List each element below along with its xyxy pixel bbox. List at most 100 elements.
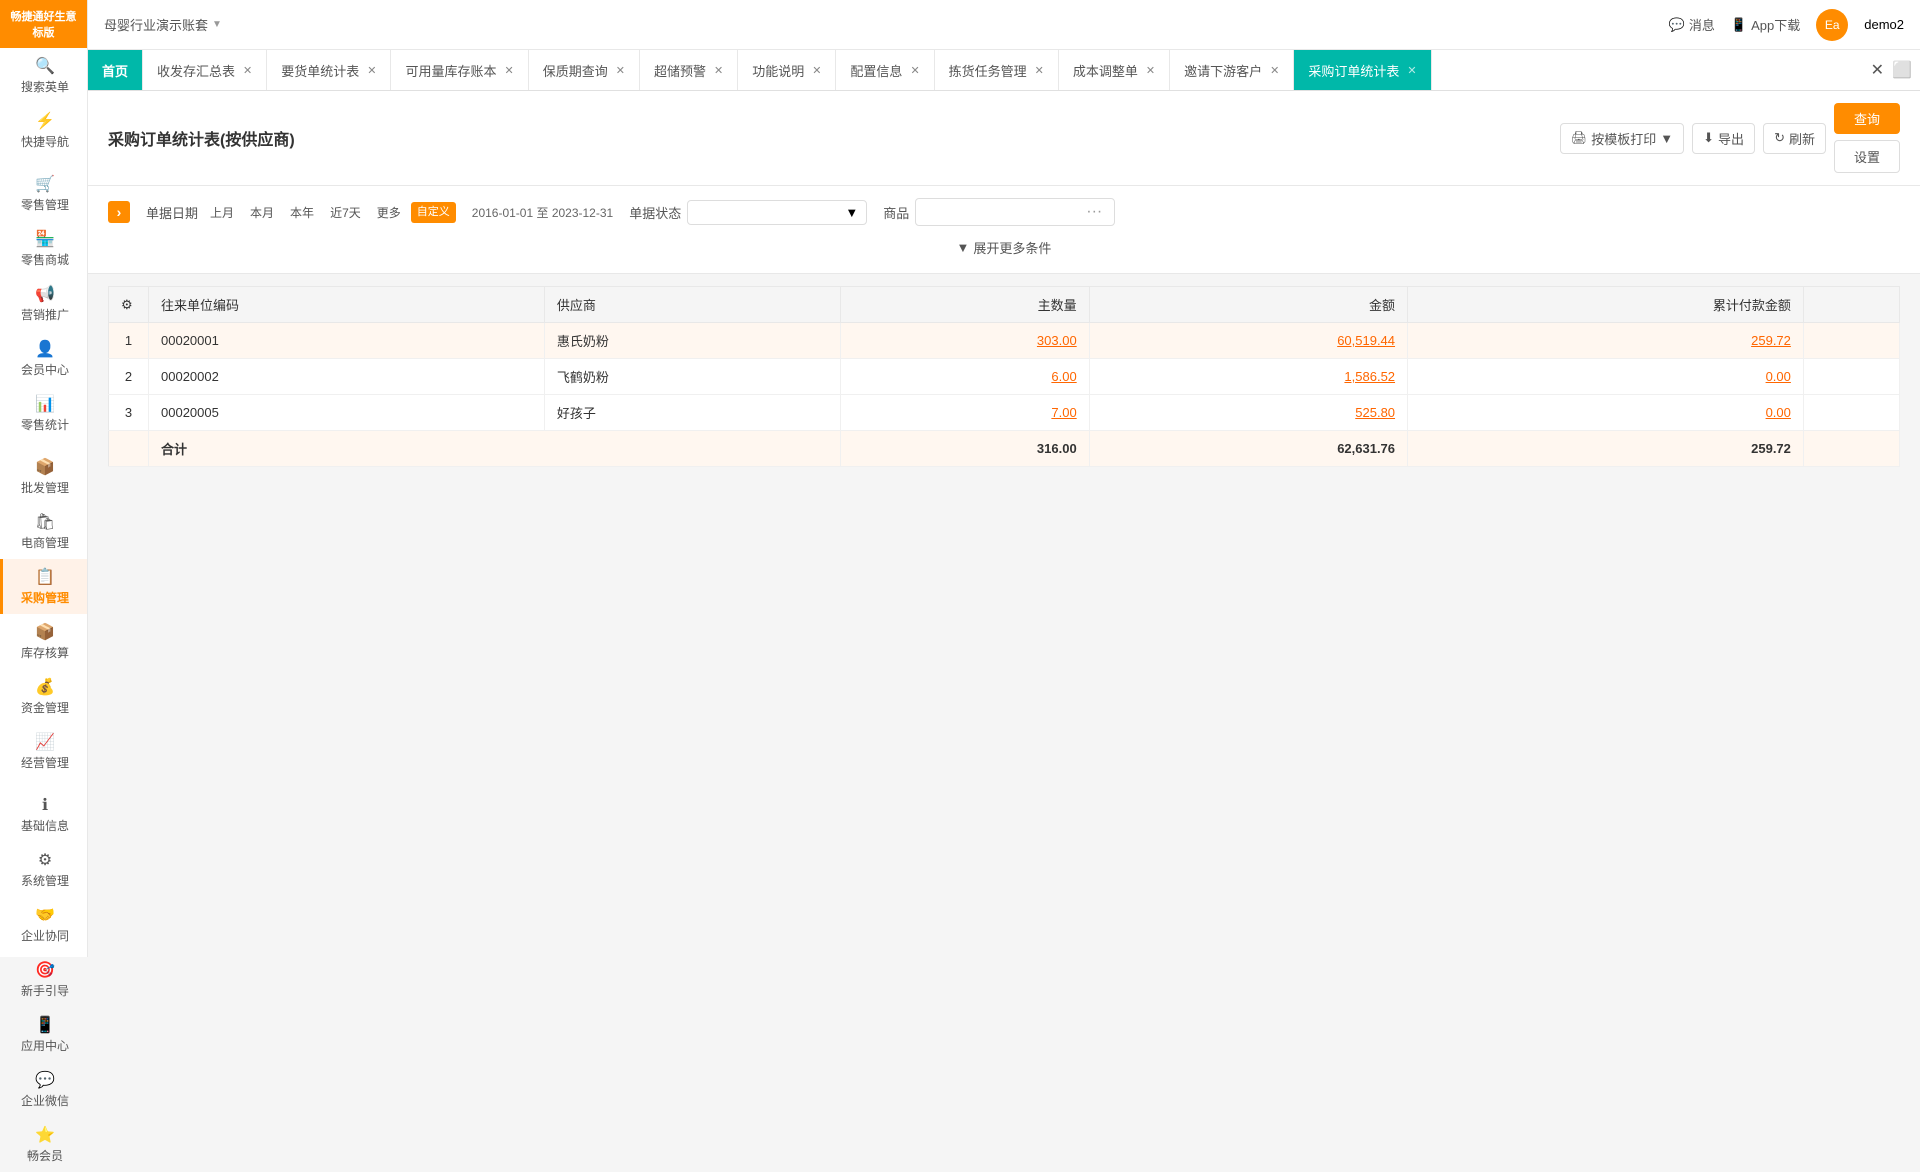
- tab-overstock-alert[interactable]: 超储预警 ✕: [640, 50, 738, 90]
- date-shortcut-this-year[interactable]: 本年: [284, 202, 320, 223]
- tab-label: 功能说明: [752, 61, 804, 80]
- message-button[interactable]: 💬 消息: [1669, 15, 1715, 34]
- tab-close-icon[interactable]: ✕: [910, 64, 919, 77]
- qty-link[interactable]: 7.00: [1051, 405, 1076, 420]
- sidebar-item-retail-shop[interactable]: 🏪 零售商城: [0, 221, 87, 276]
- tab-function-desc[interactable]: 功能说明 ✕: [738, 50, 836, 90]
- row-code: 00020005: [149, 395, 545, 431]
- sidebar-item-search[interactable]: 🔍 搜索英单: [0, 48, 87, 103]
- paid-link[interactable]: 0.00: [1766, 369, 1791, 384]
- tab-close-icon[interactable]: ✕: [812, 64, 821, 77]
- sidebar-item-basic-info[interactable]: ℹ 基础信息: [0, 787, 87, 842]
- paid-link[interactable]: 0.00: [1766, 405, 1791, 420]
- sidebar-item-marketing[interactable]: 📢 营销推广: [0, 276, 87, 331]
- tab-config-info[interactable]: 配置信息 ✕: [836, 50, 934, 90]
- date-shortcut-more[interactable]: 更多: [371, 202, 407, 223]
- sidebar-item-finance[interactable]: 💰 资金管理: [0, 669, 87, 724]
- sidebar-item-wechat[interactable]: 💬 企业微信: [0, 1062, 87, 1117]
- marketing-icon: 📢: [35, 284, 55, 304]
- tab-home[interactable]: 首页: [88, 50, 143, 90]
- expand-more-button[interactable]: ▼ 展开更多条件: [949, 234, 1060, 261]
- footer-extra: [1803, 431, 1899, 467]
- sidebar-item-quick-nav[interactable]: ⚡ 快捷导航: [0, 103, 87, 158]
- stats-icon: 📊: [35, 394, 55, 414]
- amount-link[interactable]: 525.80: [1355, 405, 1395, 420]
- tab-purchase-summary[interactable]: 采购订单统计表 ✕: [1294, 50, 1431, 90]
- sidebar-item-member[interactable]: 👤 会员中心: [0, 331, 87, 386]
- sidebar-item-ecommerce[interactable]: 🛍 电商管理: [0, 504, 87, 559]
- template-dropdown-icon: ▼: [1660, 131, 1673, 146]
- sidebar-item-system[interactable]: ⚙ 系统管理: [0, 842, 87, 897]
- tab-warranty-query[interactable]: 保质期查询 ✕: [529, 50, 640, 90]
- status-filter-label: 单据状态: [629, 203, 681, 222]
- tab-close-icon[interactable]: ✕: [616, 64, 625, 77]
- tab-label: 保质期查询: [543, 61, 608, 80]
- tab-receive-summary[interactable]: 收发存汇总表 ✕: [143, 50, 267, 90]
- custom-tag: 自定义: [411, 202, 456, 223]
- tab-available-stock[interactable]: 可用量库存账本 ✕: [391, 50, 528, 90]
- sidebar-item-wholesale[interactable]: 📦 批发管理: [0, 449, 87, 504]
- tab-close-icon[interactable]: ✕: [243, 64, 252, 77]
- th-checkbox: ⚙: [109, 287, 149, 323]
- user-avatar[interactable]: Ea: [1816, 9, 1848, 41]
- workspace-arrow-icon: ▼: [212, 19, 222, 30]
- refresh-icon: ↻: [1774, 130, 1785, 146]
- filter-expand-toggle[interactable]: ›: [108, 201, 130, 223]
- template-print-button[interactable]: 🖨 按模板打印 ▼: [1560, 123, 1684, 154]
- amount-link[interactable]: 1,586.52: [1344, 369, 1395, 384]
- date-range-text: 2016-01-01 至 2023-12-31: [472, 204, 613, 221]
- qty-link[interactable]: 303.00: [1037, 333, 1077, 348]
- tab-close-icon[interactable]: ✕: [505, 64, 514, 77]
- tab-invite-downstream[interactable]: 邀请下游客户 ✕: [1170, 50, 1294, 90]
- topbar-right: 💬 消息 📱 App下载 Ea demo2: [1669, 9, 1904, 41]
- sidebar-item-label: 经营管理: [21, 754, 69, 771]
- status-select[interactable]: ▼: [687, 200, 867, 225]
- tab-label: 要货单统计表: [281, 61, 359, 80]
- settings-col-icon[interactable]: ⚙: [121, 297, 133, 312]
- sidebar-item-operations[interactable]: 📈 经营管理: [0, 724, 87, 779]
- export-button[interactable]: ⬇ 导出: [1692, 123, 1755, 154]
- operations-icon: 📈: [35, 732, 55, 752]
- tab-order-summary[interactable]: 要货单统计表 ✕: [267, 50, 391, 90]
- goods-filter-label: 商品: [883, 203, 909, 222]
- sidebar-item-retail-stats[interactable]: 📊 零售统计: [0, 386, 87, 441]
- workspace-selector[interactable]: 母婴行业演示账套 ▼: [104, 15, 222, 34]
- refresh-button[interactable]: ↻ 刷新: [1763, 123, 1826, 154]
- tab-close-icon[interactable]: ✕: [1146, 64, 1155, 77]
- sidebar-item-member2[interactable]: ⭐ 畅会员: [0, 1117, 87, 1172]
- date-shortcut-last-month[interactable]: 上月: [204, 202, 240, 223]
- sidebar-item-purchase[interactable]: 📋 采购管理: [0, 559, 87, 614]
- amount-link[interactable]: 60,519.44: [1337, 333, 1395, 348]
- tab-close-icon[interactable]: ✕: [1407, 64, 1416, 77]
- tab-label: 采购订单统计表: [1308, 61, 1399, 80]
- goods-more-icon[interactable]: ···: [1082, 203, 1106, 221]
- member2-icon: ⭐: [35, 1125, 55, 1145]
- tab-menu-icon[interactable]: ⬜: [1892, 60, 1912, 80]
- sidebar-item-label: 资金管理: [21, 699, 69, 716]
- goods-input[interactable]: ···: [915, 198, 1115, 226]
- tab-close-icon[interactable]: ✕: [714, 64, 723, 77]
- paid-link[interactable]: 259.72: [1751, 333, 1791, 348]
- sidebar-item-enterprise[interactable]: 🤝 企业协同: [0, 897, 87, 952]
- tab-close-icon[interactable]: ✕: [1270, 64, 1279, 77]
- tab-close-icon[interactable]: ✕: [1035, 64, 1044, 77]
- tab-close-all-icon[interactable]: ✕: [1871, 60, 1884, 80]
- username-abbrev: Ea: [1825, 18, 1840, 32]
- sidebar-item-new-user[interactable]: 🎯 新手引导: [0, 952, 87, 1007]
- row-num: 3: [109, 395, 149, 431]
- footer-amount: 62,631.76: [1089, 431, 1407, 467]
- tab-close-icon[interactable]: ✕: [367, 64, 376, 77]
- topbar: 母婴行业演示账套 ▼ 💬 消息 📱 App下载 Ea demo2: [88, 0, 1920, 50]
- tab-label: 收发存汇总表: [157, 61, 235, 80]
- sidebar-item-retail[interactable]: 🛒 零售管理: [0, 166, 87, 221]
- date-shortcut-7days[interactable]: 近7天: [324, 202, 367, 223]
- tab-cost-adjust[interactable]: 成本调整单 ✕: [1059, 50, 1170, 90]
- sidebar-item-inventory[interactable]: 📦 库存核算: [0, 614, 87, 669]
- date-shortcut-this-month[interactable]: 本月: [244, 202, 280, 223]
- query-button[interactable]: 查询: [1834, 103, 1900, 134]
- app-download-button[interactable]: 📱 App下载: [1731, 15, 1800, 34]
- sidebar-item-app-center[interactable]: 📱 应用中心: [0, 1007, 87, 1062]
- settings-button[interactable]: 设置: [1834, 140, 1900, 173]
- qty-link[interactable]: 6.00: [1051, 369, 1076, 384]
- tab-pick-task[interactable]: 拣货任务管理 ✕: [935, 50, 1059, 90]
